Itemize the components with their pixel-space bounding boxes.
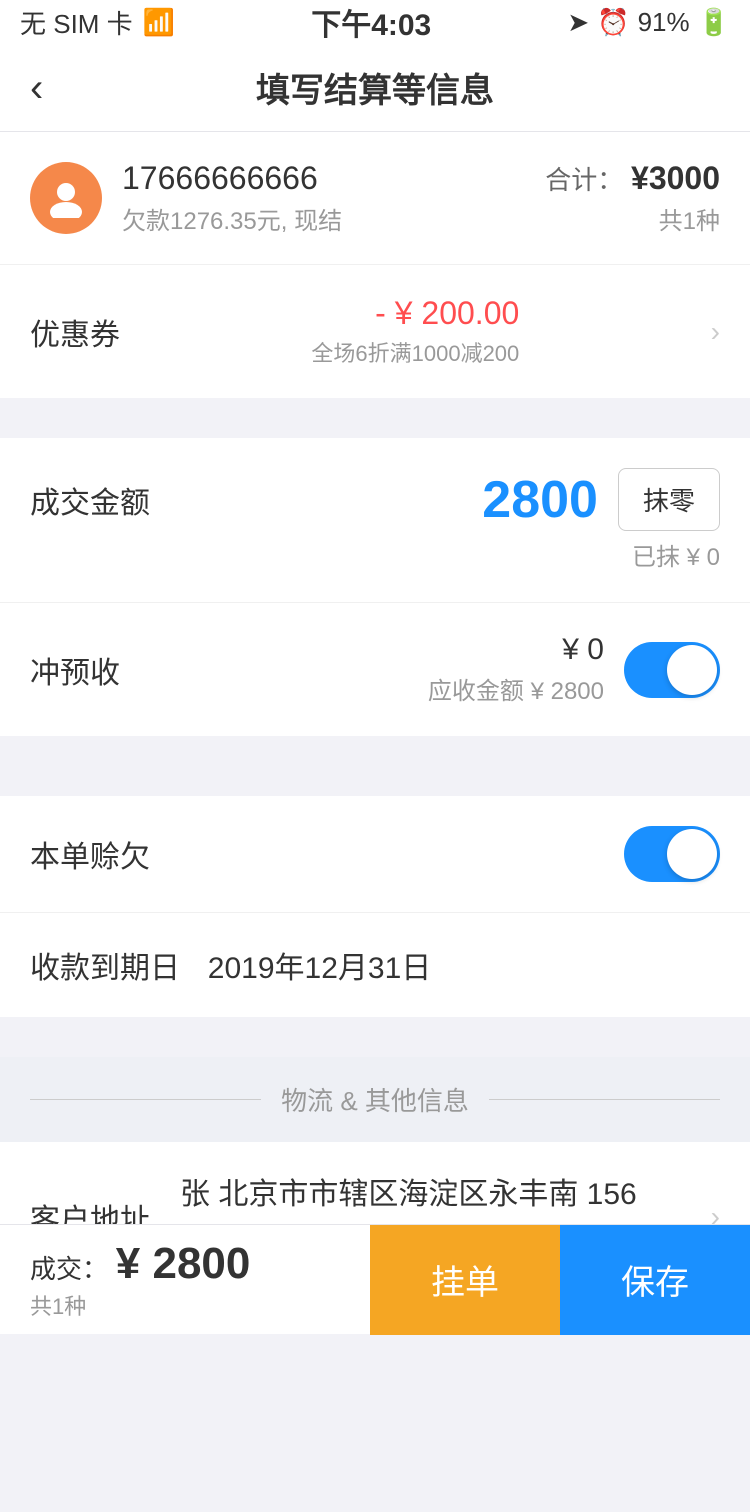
customer-left: 17666666666 欠款1276.35元, 现结 — [30, 160, 342, 236]
customer-phone: 17666666666 — [122, 160, 342, 197]
amount-right: 2800 抹零 — [482, 468, 720, 531]
empty-area — [0, 1312, 750, 1512]
bottom-summary-label: 成交： — [30, 1254, 108, 1284]
amount-row: 成交金额 2800 抹零 — [30, 468, 720, 531]
alarm-icon: ⏰ — [597, 7, 629, 38]
status-bar: 无 SIM 卡 📶 下午4:03 ➤ ⏰ 91% 🔋 — [0, 0, 750, 44]
total-count: 共1种 — [545, 201, 720, 236]
bottom-summary-amount: ¥ 2800 — [116, 1239, 251, 1288]
battery-text: 91% — [638, 7, 690, 38]
status-left: 无 SIM 卡 📶 — [20, 4, 175, 41]
location-icon: ➤ — [567, 7, 589, 38]
customer-details: 17666666666 欠款1276.35元, 现结 — [122, 160, 342, 236]
amount-section: 成交金额 2800 抹零 已抹 ¥ 0 — [0, 438, 750, 602]
coupon-row[interactable]: 优惠券 - ¥ 200.00 全场6折满1000减200 › — [0, 264, 750, 398]
bad-debt-label: 本单赊欠 — [30, 832, 150, 876]
coupon-right: - ¥ 200.00 全场6折满1000减200 — [311, 295, 519, 368]
avatar — [30, 162, 102, 234]
nav-bar: ‹ 填写结算等信息 — [0, 44, 750, 132]
hold-button[interactable]: 挂单 — [370, 1225, 560, 1335]
logistics-line-left — [30, 1099, 261, 1100]
back-button[interactable]: ‹ — [30, 68, 43, 108]
precharge-right: ¥ 0 应收金额 ¥ 2800 — [428, 633, 604, 706]
customer-right: 合计： ¥3000 共1种 — [545, 160, 720, 236]
coupon-chevron-icon: › — [711, 316, 720, 348]
section-divider-1 — [0, 418, 750, 438]
precharge-label: 冲预收 — [30, 648, 120, 692]
logistics-header: 物流 & 其他信息 — [0, 1057, 750, 1142]
section-divider-3 — [0, 1037, 750, 1057]
amount-label: 成交金额 — [30, 478, 150, 522]
bottom-bar: 成交： ¥ 2800 共1种 挂单 保存 — [0, 1224, 750, 1334]
bad-debt-toggle-knob — [667, 829, 717, 879]
logistics-line-right — [489, 1099, 720, 1100]
precharge-toggle[interactable] — [624, 642, 720, 698]
precharge-subtext: 应收金额 ¥ 2800 — [428, 671, 604, 706]
page-title: 填写结算等信息 — [256, 63, 494, 112]
total-amount: ¥3000 — [631, 160, 720, 196]
bottom-summary-count: 共1种 — [30, 1289, 340, 1321]
status-right: ➤ ⏰ 91% 🔋 — [567, 7, 730, 38]
due-date-label: 收款到期日 — [30, 952, 180, 985]
save-button[interactable]: 保存 — [560, 1225, 750, 1335]
total-label: 合计： — [545, 165, 623, 195]
precharge-row: 冲预收 ¥ 0 应收金额 ¥ 2800 — [30, 633, 720, 706]
round-button[interactable]: 抹零 — [618, 468, 720, 531]
battery-icon: 🔋 — [698, 7, 730, 38]
customer-subtext: 欠款1276.35元, 现结 — [122, 201, 342, 236]
wifi-icon: 📶 — [143, 7, 175, 38]
bad-debt-section: 本单赊欠 — [0, 796, 750, 912]
bottom-summary-line: 成交： ¥ 2800 — [30, 1239, 340, 1289]
coupon-discount: - ¥ 200.00 — [311, 295, 519, 332]
bottom-summary: 成交： ¥ 2800 共1种 — [0, 1239, 370, 1321]
amount-value: 2800 — [482, 470, 598, 530]
logistics-title: 物流 & 其他信息 — [281, 1081, 469, 1118]
toggle-knob — [667, 645, 717, 695]
sim-status: 无 SIM 卡 — [20, 4, 133, 41]
total-label-line: 合计： ¥3000 — [545, 160, 720, 197]
status-time: 下午4:03 — [311, 0, 431, 44]
precharge-amount: ¥ 0 — [428, 633, 604, 667]
customer-info-row: 17666666666 欠款1276.35元, 现结 合计： ¥3000 共1种 — [0, 132, 750, 264]
section-divider-2 — [0, 756, 750, 776]
due-date-value: 2019年12月31日 — [208, 952, 431, 985]
coupon-subtext: 全场6折满1000减200 — [311, 336, 519, 368]
bad-debt-toggle[interactable] — [624, 826, 720, 882]
amount-subtext: 已抹 ¥ 0 — [632, 544, 720, 571]
coupon-label: 优惠券 — [30, 310, 120, 354]
due-date-section: 收款到期日 2019年12月31日 — [0, 912, 750, 1017]
precharge-section: 冲预收 ¥ 0 应收金额 ¥ 2800 — [0, 602, 750, 736]
